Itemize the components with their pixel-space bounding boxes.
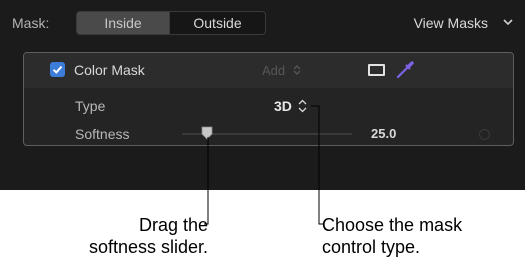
keyframe-button[interactable] xyxy=(479,129,490,140)
mask-name-label: Color Mask xyxy=(74,62,145,78)
view-masks-button[interactable]: View Masks xyxy=(414,15,488,31)
outside-segment[interactable]: Outside xyxy=(169,12,265,34)
up-down-arrows-icon[interactable] xyxy=(296,98,310,114)
type-callout-text: Choose the mask control type. xyxy=(322,214,522,258)
callout-line: control type. xyxy=(322,237,421,257)
eyedropper-icon[interactable] xyxy=(394,59,416,81)
add-popup[interactable]: Add xyxy=(262,63,302,78)
add-label: Add xyxy=(262,63,286,78)
mask-mode-segmented-control: Inside Outside xyxy=(76,11,266,35)
color-mask-header: Color Mask Add xyxy=(24,53,513,88)
softness-callout-text: Drag the softness slider. xyxy=(68,214,208,258)
checkmark-icon xyxy=(52,65,63,74)
up-down-arrows-icon xyxy=(293,65,301,75)
softness-value[interactable]: 25.0 xyxy=(371,126,396,141)
view-mask-rectangle-icon[interactable] xyxy=(368,64,385,76)
inside-segment[interactable]: Inside xyxy=(77,12,169,34)
softness-label: Softness xyxy=(75,126,130,142)
inspector-panel: Mask: Inside Outside View Masks Color Ma… xyxy=(0,0,525,190)
chevron-down-icon[interactable] xyxy=(501,15,515,29)
type-popup-value[interactable]: 3D xyxy=(274,98,292,114)
callout-line: softness slider. xyxy=(88,237,208,257)
type-label: Type xyxy=(75,98,106,114)
color-mask-section: Color Mask Add Type 3D Softness 25.0 xyxy=(23,52,514,146)
softness-slider-thumb[interactable] xyxy=(201,126,213,140)
callout-line: Choose the mask xyxy=(322,215,463,235)
mask-label: Mask: xyxy=(12,15,50,31)
mask-enable-checkbox[interactable] xyxy=(50,62,65,77)
callout-line: Drag the xyxy=(138,215,208,235)
